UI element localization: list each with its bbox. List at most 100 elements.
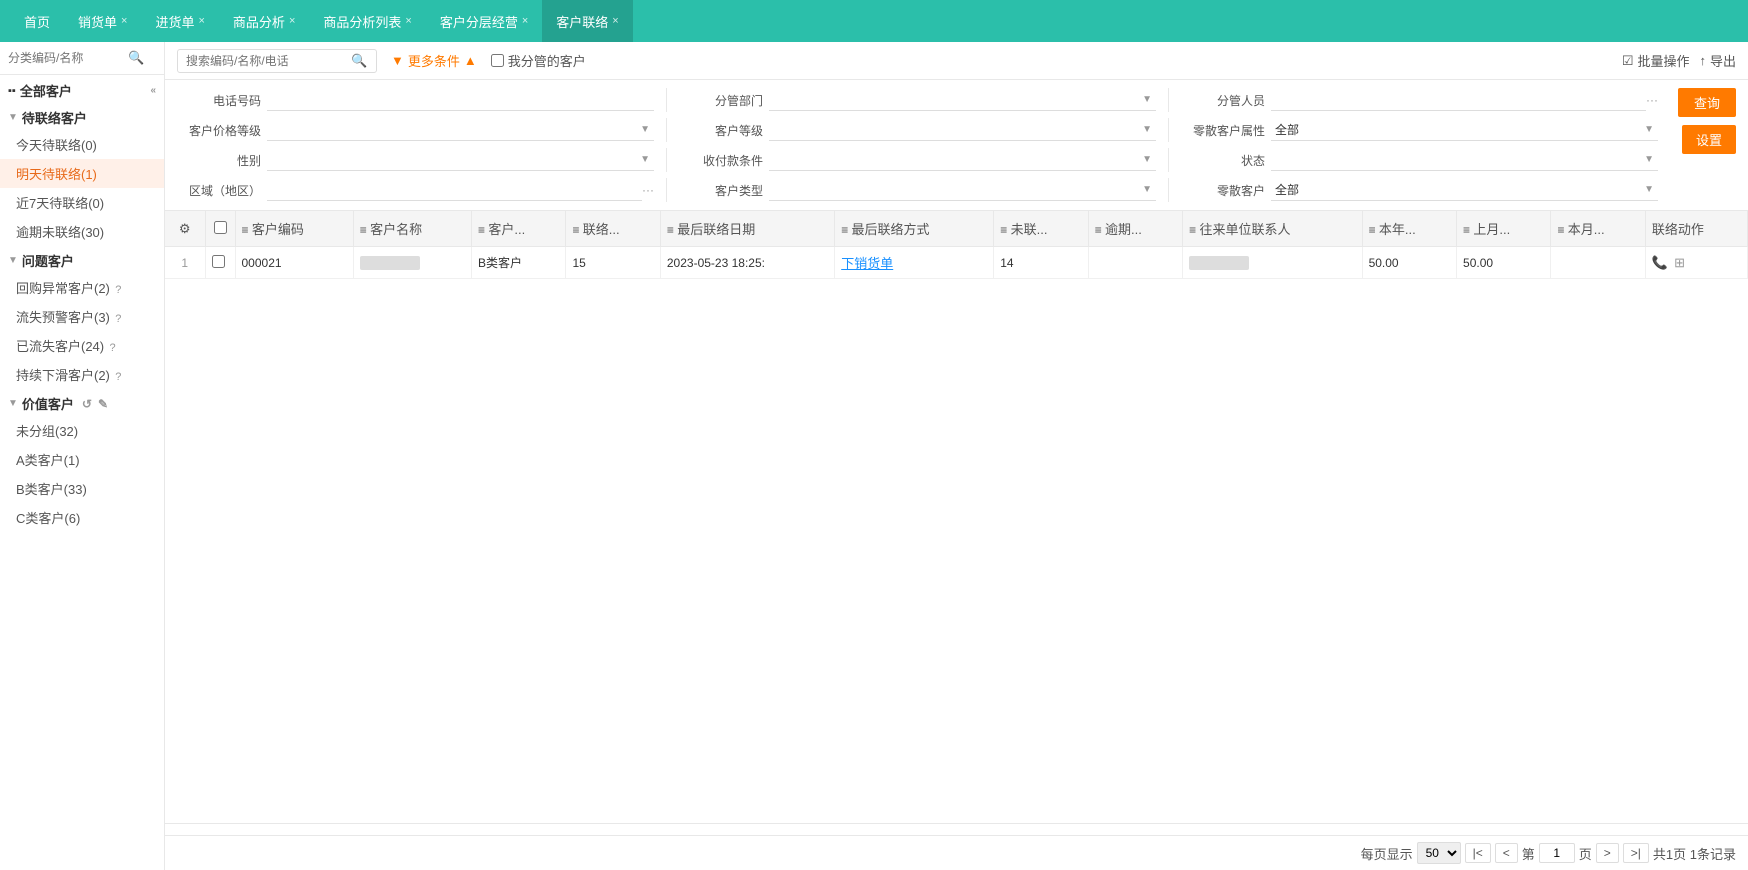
customer-level-select[interactable] [769, 120, 1156, 140]
nav-close-customer-tier[interactable]: × [522, 15, 528, 27]
help-icon-already-lost: ? [109, 342, 115, 354]
price-level-select[interactable] [267, 120, 654, 140]
filter-action-buttons: 查询 设置 [1678, 88, 1736, 202]
phone-input[interactable] [267, 90, 654, 111]
payment-select-wrapper: ▼ [769, 150, 1156, 171]
td-customer-type: B类客户 [472, 247, 566, 279]
setting-button[interactable]: 设置 [1682, 125, 1736, 154]
horizontal-scrollbar[interactable] [165, 823, 1748, 835]
td-contact-count: 15 [566, 247, 660, 279]
page-input[interactable] [1539, 843, 1575, 863]
phone-label: 电话号码 [177, 92, 267, 109]
manager-label: 分管人员 [1181, 92, 1271, 109]
sidebar-class-b[interactable]: B类客户(33) [0, 474, 164, 503]
gender-select-wrapper: ▼ [267, 150, 654, 171]
search-icon[interactable]: 🔍 [351, 53, 367, 69]
next-page-btn[interactable]: > [1596, 843, 1619, 863]
sidebar-today-contact[interactable]: 今天待联络(0) [0, 130, 164, 159]
more-conditions-btn[interactable]: ▼ 更多条件 ▲ [385, 48, 483, 73]
retail-customer-select[interactable]: 全部 [1271, 180, 1658, 200]
collapse-arrow-icon[interactable]: « [150, 85, 156, 96]
price-level-label: 客户价格等级 [177, 122, 267, 139]
nav-home[interactable]: 首页 [10, 0, 64, 42]
total-records: 共1页 1条记录 [1653, 844, 1736, 863]
action-qr-icon[interactable]: ⊞ [1674, 255, 1685, 271]
nav-close-sales-order[interactable]: × [121, 15, 127, 27]
td-code: 000021 [235, 247, 353, 279]
first-page-btn[interactable]: |< [1465, 843, 1491, 863]
nav-close-purchase-order[interactable]: × [198, 15, 204, 27]
query-button[interactable]: 查询 [1678, 88, 1736, 117]
status-label: 状态 [1181, 152, 1271, 169]
pending-section-label: 待联络客户 [22, 108, 87, 127]
sidebar-class-c[interactable]: C类客户(6) [0, 503, 164, 532]
dept-field: 分管部门 ▼ [679, 90, 1156, 111]
sidebar-unclassified[interactable]: 未分组(32) [0, 416, 164, 445]
top-navigation: 首页 销货单 × 进货单 × 商品分析 × 商品分析列表 × 客户分层经营 × … [0, 0, 1748, 42]
sidebar-already-lost[interactable]: 已流失客户(24) ? [0, 331, 164, 360]
nav-purchase-order[interactable]: 进货单 × [141, 0, 218, 42]
nav-sales-order[interactable]: 销货单 × [64, 0, 141, 42]
last-contact-method-link[interactable]: 下销货单 [841, 256, 893, 271]
my-customers-checkbox[interactable] [491, 54, 504, 67]
contact-person-blurred [1189, 256, 1249, 270]
manager-input[interactable] [1271, 90, 1646, 111]
pending-contact-group: ▼ 待联络客户 [0, 103, 164, 130]
nav-close-customer-contact[interactable]: × [612, 15, 618, 27]
edit-icon-value[interactable]: ✎ [98, 397, 108, 411]
sidebar-search-input[interactable] [8, 51, 128, 65]
retail-customer-select-wrapper: 全部 ▼ [1271, 180, 1658, 201]
th-last-contact-method: ≡ 最后联络方式 [835, 211, 994, 247]
sidebar-class-a[interactable]: A类客户(1) [0, 445, 164, 474]
sidebar-lost-risk[interactable]: 流失预警客户(3) ? [0, 302, 164, 331]
sidebar-repeat-abnormal[interactable]: 回购异常客户(2) ? [0, 273, 164, 302]
sidebar-continuous-down[interactable]: 持续下滑客户(2) ? [0, 360, 164, 389]
per-page-select[interactable]: 50 [1417, 842, 1461, 864]
td-checkbox [205, 247, 235, 279]
retail-attr-select[interactable]: 全部 [1271, 120, 1658, 140]
nav-close-product-analysis[interactable]: × [289, 15, 295, 27]
prev-page-btn[interactable]: < [1495, 843, 1518, 863]
sidebar-overdue-contact[interactable]: 逾期未联络(30) [0, 217, 164, 246]
gender-field: 性别 ▼ [177, 150, 654, 171]
export-btn[interactable]: ↑ 导出 [1699, 51, 1736, 70]
gear-icon[interactable]: ⚙ [179, 221, 191, 236]
checkbox-icon: ☑ [1622, 53, 1634, 69]
nav-product-analysis[interactable]: 商品分析 × [219, 0, 309, 42]
select-all-checkbox[interactable] [214, 221, 227, 234]
td-this-month [1551, 247, 1645, 279]
td-last-contact-date: 2023-05-23 18:25: [660, 247, 834, 279]
nav-close-product-analysis-list[interactable]: × [405, 15, 411, 27]
dept-select[interactable] [769, 90, 1156, 110]
refresh-icon-value[interactable]: ↺ [82, 397, 92, 411]
retail-attr-label: 零散客户属性 [1181, 122, 1271, 139]
region-more-btn[interactable]: ··· [642, 183, 654, 197]
search-input[interactable] [186, 54, 351, 68]
th-overdue: ≡ 逾期... [1088, 211, 1182, 247]
region-input[interactable] [267, 180, 642, 201]
action-phone-icon[interactable]: 📞 [1652, 255, 1668, 271]
phone-field: 电话号码 [177, 90, 654, 111]
payment-select[interactable] [769, 150, 1156, 170]
expand-icon[interactable]: ▼ [8, 112, 18, 123]
help-icon-continuous: ? [115, 371, 121, 383]
batch-operation-btn[interactable]: ☑ 批量操作 [1622, 51, 1690, 70]
last-page-btn[interactable]: >| [1623, 843, 1649, 863]
gender-select[interactable] [267, 150, 654, 170]
nav-customer-contact[interactable]: 客户联络 × [542, 0, 632, 42]
expand-icon-problem[interactable]: ▼ [8, 255, 18, 266]
help-icon-lost-risk: ? [115, 313, 121, 325]
customer-type-select[interactable] [769, 180, 1156, 200]
sidebar-search-icon[interactable]: 🔍 [128, 50, 144, 66]
nav-product-analysis-list[interactable]: 商品分析列表 × [309, 0, 425, 42]
manager-more-btn[interactable]: ··· [1646, 93, 1658, 107]
td-this-year: 50.00 [1362, 247, 1456, 279]
nav-customer-tier[interactable]: 客户分层经营 × [426, 0, 542, 42]
expand-icon-value[interactable]: ▼ [8, 398, 18, 409]
all-customers-label[interactable]: 全部客户 [20, 81, 72, 100]
sidebar-week-contact[interactable]: 近7天待联络(0) [0, 188, 164, 217]
status-select[interactable] [1271, 150, 1658, 170]
sidebar-tomorrow-contact[interactable]: 明天待联络(1) [0, 159, 164, 188]
row-checkbox[interactable] [212, 255, 225, 268]
filter-icon: ▼ [391, 53, 404, 68]
